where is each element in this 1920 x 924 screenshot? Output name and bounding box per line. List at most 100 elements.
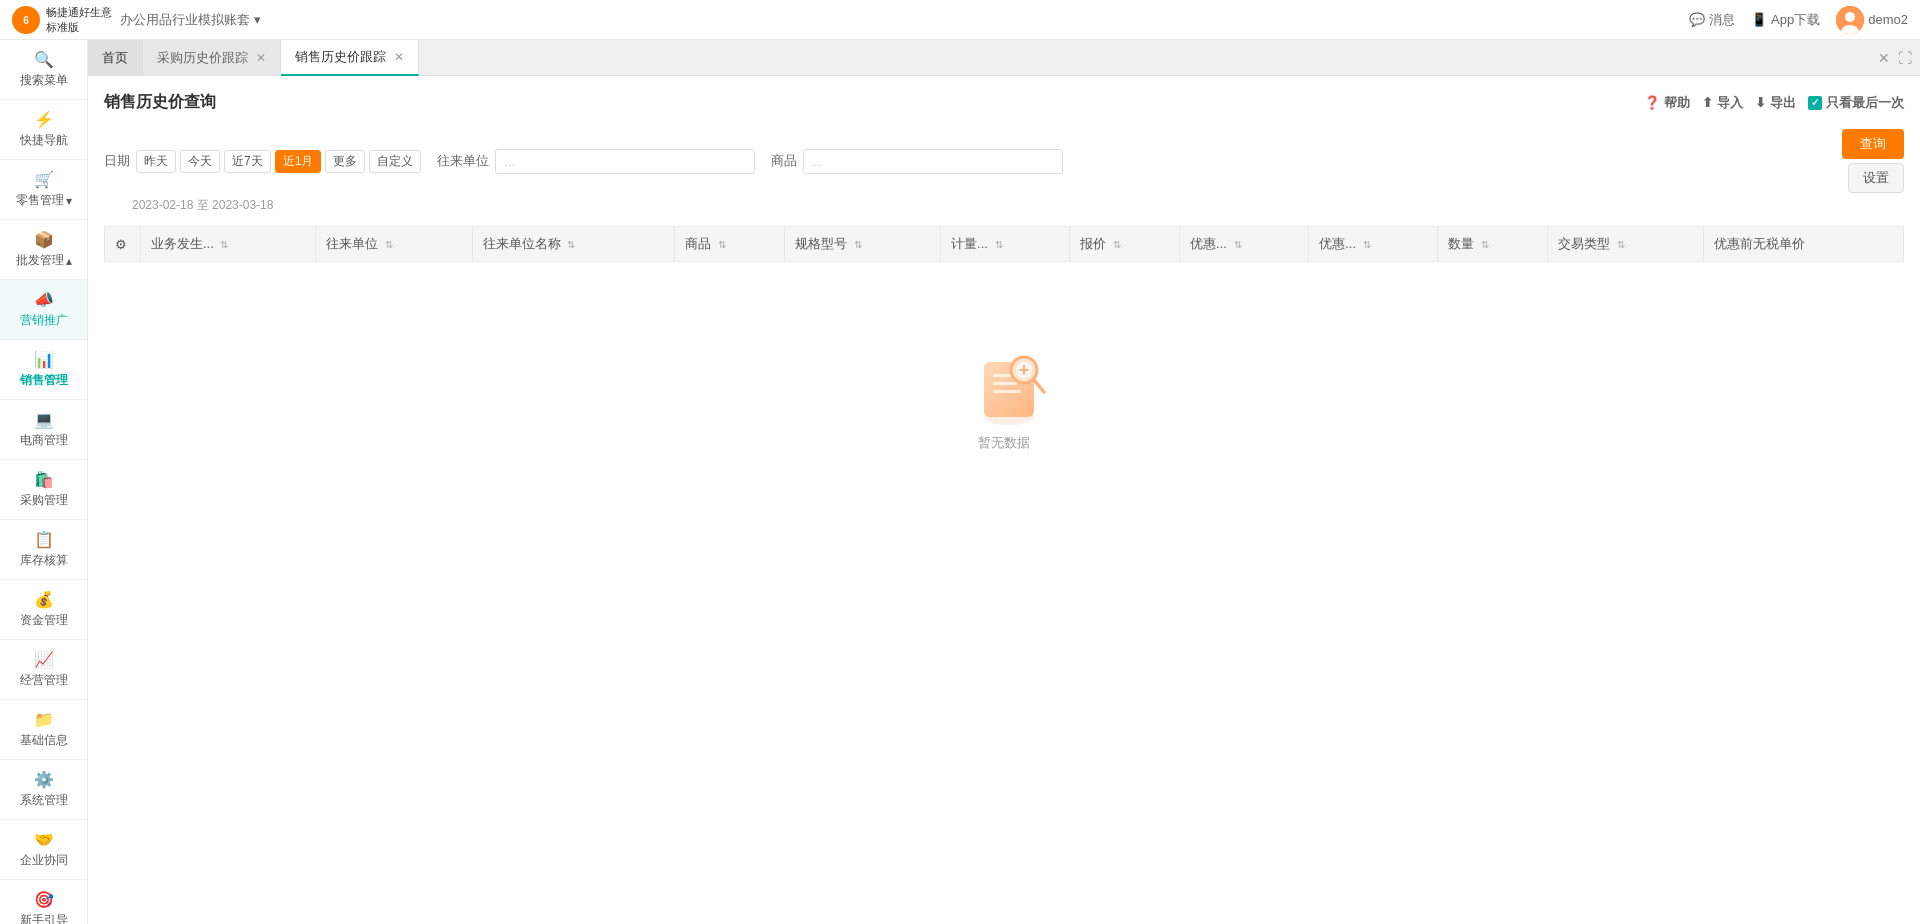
sidebar-item-retail[interactable]: 🛒 零售管理 ▾: [0, 160, 87, 220]
ecom-icon: 💻: [34, 410, 54, 429]
sidebar-item-label: 零售管理: [16, 192, 64, 209]
table-settings-header[interactable]: ⚙: [105, 227, 141, 262]
sidebar-item-label: 基础信息: [20, 732, 68, 749]
inventory-icon: 📋: [34, 530, 54, 549]
tab-purchase-close[interactable]: ✕: [256, 51, 266, 65]
export-btn[interactable]: ⬇ 导出: [1755, 94, 1796, 112]
arrow-icon: ▴: [66, 254, 72, 268]
top-header: 6 畅捷通好生意 标准版 办公用品行业模拟账套 ▾ 💬 消息 📱 App下载: [0, 0, 1920, 40]
phone-icon: 📱: [1751, 12, 1767, 27]
date-btn-1month[interactable]: 近1月: [275, 150, 322, 173]
import-btn[interactable]: ⬆ 导入: [1702, 94, 1743, 112]
date-range-display: 2023-02-18 至 2023-03-18: [104, 197, 1904, 214]
logo-area: 6 畅捷通好生意 标准版: [12, 5, 112, 34]
col-goods[interactable]: 商品 ⇅: [675, 227, 785, 262]
sidebar-item-corp[interactable]: 🤝 企业协同: [0, 820, 87, 880]
tab-purchase-label: 采购历史价跟踪: [157, 49, 248, 67]
sidebar-item-label: 企业协同: [20, 852, 68, 869]
col-quantity[interactable]: 数量 ⇅: [1438, 227, 1548, 262]
quick-icon: ⚡: [34, 110, 54, 129]
goods-filter-input[interactable]: [803, 149, 1063, 174]
sidebar-item-wholesale[interactable]: 📦 批发管理 ▴: [0, 220, 87, 280]
col-tax-price[interactable]: 优惠前无税单价: [1704, 227, 1904, 262]
breadcrumb-select[interactable]: 办公用品行业模拟账套 ▾: [120, 11, 261, 29]
sort-icon: ⇅: [1234, 239, 1242, 250]
sidebar-item-newbie[interactable]: 🎯 新手引导: [0, 880, 87, 924]
partner-filter-label: 往来单位: [437, 152, 489, 170]
sidebar-item-marketing[interactable]: 📣 营销推广: [0, 280, 87, 340]
date-btn-yesterday[interactable]: 昨天: [136, 150, 176, 173]
col-trade-type[interactable]: 交易类型 ⇅: [1548, 227, 1704, 262]
help-icon: ❓: [1644, 95, 1660, 110]
sidebar-item-label: 批发管理: [16, 252, 64, 269]
page-title-bar: 销售历史价查询 ❓ 帮助 ⬆ 导入 ⬇ 导出 ✓ 只看最后一次: [104, 92, 1904, 113]
tab-sales-close[interactable]: ✕: [394, 50, 404, 64]
only-last-checkbox[interactable]: ✓ 只看最后一次: [1808, 94, 1904, 112]
wholesale-icon: 📦: [34, 230, 54, 249]
tab-home[interactable]: 首页: [88, 40, 143, 76]
col-discount2[interactable]: 优惠... ⇅: [1309, 227, 1438, 262]
sort-icon: ⇅: [1481, 239, 1489, 250]
newbie-icon: 🎯: [34, 890, 54, 909]
sidebar-item-label: 电商管理: [20, 432, 68, 449]
tab-home-label: 首页: [102, 49, 128, 67]
col-date[interactable]: 业务发生... ⇅: [141, 227, 316, 262]
sidebar-item-finance[interactable]: 💰 资金管理: [0, 580, 87, 640]
goods-filter-group: 商品: [771, 149, 1063, 174]
date-btn-7days[interactable]: 近7天: [224, 150, 271, 173]
username: demo2: [1868, 12, 1908, 27]
user-avatar-btn[interactable]: demo2: [1836, 6, 1908, 34]
tab-purchase[interactable]: 采购历史价跟踪 ✕: [143, 40, 281, 76]
sidebar-item-inventory[interactable]: 📋 库存核算: [0, 520, 87, 580]
query-button[interactable]: 查询: [1842, 129, 1904, 159]
col-discount1[interactable]: 优惠... ⇅: [1180, 227, 1309, 262]
retail-icon: 🛒: [34, 170, 54, 189]
col-unit[interactable]: 计量... ⇅: [941, 227, 1070, 262]
sort-icon: ⇅: [385, 239, 393, 250]
partner-filter-group: 往来单位: [437, 149, 755, 174]
col-price[interactable]: 报价 ⇅: [1070, 227, 1180, 262]
col-spec[interactable]: 规格型号 ⇅: [784, 227, 940, 262]
corp-icon: 🤝: [34, 830, 54, 849]
col-partner-name[interactable]: 往来单位名称 ⇅: [472, 227, 674, 262]
data-table: ⚙ 业务发生... ⇅ 往来单位 ⇅ 往来单位名称 ⇅ 商品 ⇅: [104, 226, 1904, 262]
message-btn[interactable]: 💬 消息: [1689, 11, 1735, 29]
sort-icon: ⇅: [567, 239, 575, 250]
sidebar-item-operations[interactable]: 📈 经营管理: [0, 640, 87, 700]
sidebar-item-ecom[interactable]: 💻 电商管理: [0, 400, 87, 460]
dropdown-icon: ▾: [254, 12, 261, 27]
sidebar-item-sales[interactable]: 📊 销售管理: [0, 340, 87, 400]
page-title: 销售历史价查询: [104, 92, 216, 113]
breadcrumb-text: 办公用品行业模拟账套: [120, 11, 250, 29]
page-actions: ❓ 帮助 ⬆ 导入 ⬇ 导出 ✓ 只看最后一次: [1644, 94, 1904, 112]
sales-icon: 📊: [34, 350, 54, 369]
sidebar-item-search[interactable]: 🔍 搜索菜单: [0, 40, 87, 100]
app-download-btn[interactable]: 📱 App下载: [1751, 11, 1820, 29]
help-btn[interactable]: ❓ 帮助: [1644, 94, 1690, 112]
filter-bar: 日期 昨天 今天 近7天 近1月 更多 自定义 往来单位 商品 查询 设置: [104, 129, 1904, 193]
logo-icon: 6: [12, 6, 40, 34]
col-partner-code[interactable]: 往来单位 ⇅: [316, 227, 472, 262]
gear-icon: ⚙: [115, 237, 127, 252]
sidebar: 🔍 搜索菜单 ⚡ 快捷导航 🛒 零售管理 ▾ 📦 批发管理 ▴ 📣 营销推广 📊…: [0, 40, 88, 924]
sort-icon: ⇅: [1113, 239, 1121, 250]
sidebar-item-quick[interactable]: ⚡ 快捷导航: [0, 100, 87, 160]
setting-button[interactable]: 设置: [1848, 163, 1904, 193]
sidebar-item-label: 销售管理: [20, 372, 68, 389]
tab-sales-label: 销售历史价跟踪: [295, 48, 386, 66]
sidebar-item-basic[interactable]: 📁 基础信息: [0, 700, 87, 760]
date-btn-custom[interactable]: 自定义: [369, 150, 421, 173]
arrow-icon: ▾: [66, 194, 72, 208]
sort-icon: ⇅: [718, 239, 726, 250]
tab-maximize-icon[interactable]: ⛶: [1898, 50, 1912, 66]
date-btn-more[interactable]: 更多: [325, 150, 365, 173]
tab-minimize-icon[interactable]: ✕: [1878, 50, 1890, 66]
sidebar-item-system[interactable]: ⚙️ 系统管理: [0, 760, 87, 820]
avatar: [1836, 6, 1864, 34]
date-btn-today[interactable]: 今天: [180, 150, 220, 173]
tab-sales[interactable]: 销售历史价跟踪 ✕: [281, 40, 419, 76]
svg-text:6: 6: [23, 15, 29, 26]
finance-icon: 💰: [34, 590, 54, 609]
sidebar-item-purchase[interactable]: 🛍️ 采购管理: [0, 460, 87, 520]
partner-filter-input[interactable]: [495, 149, 755, 174]
